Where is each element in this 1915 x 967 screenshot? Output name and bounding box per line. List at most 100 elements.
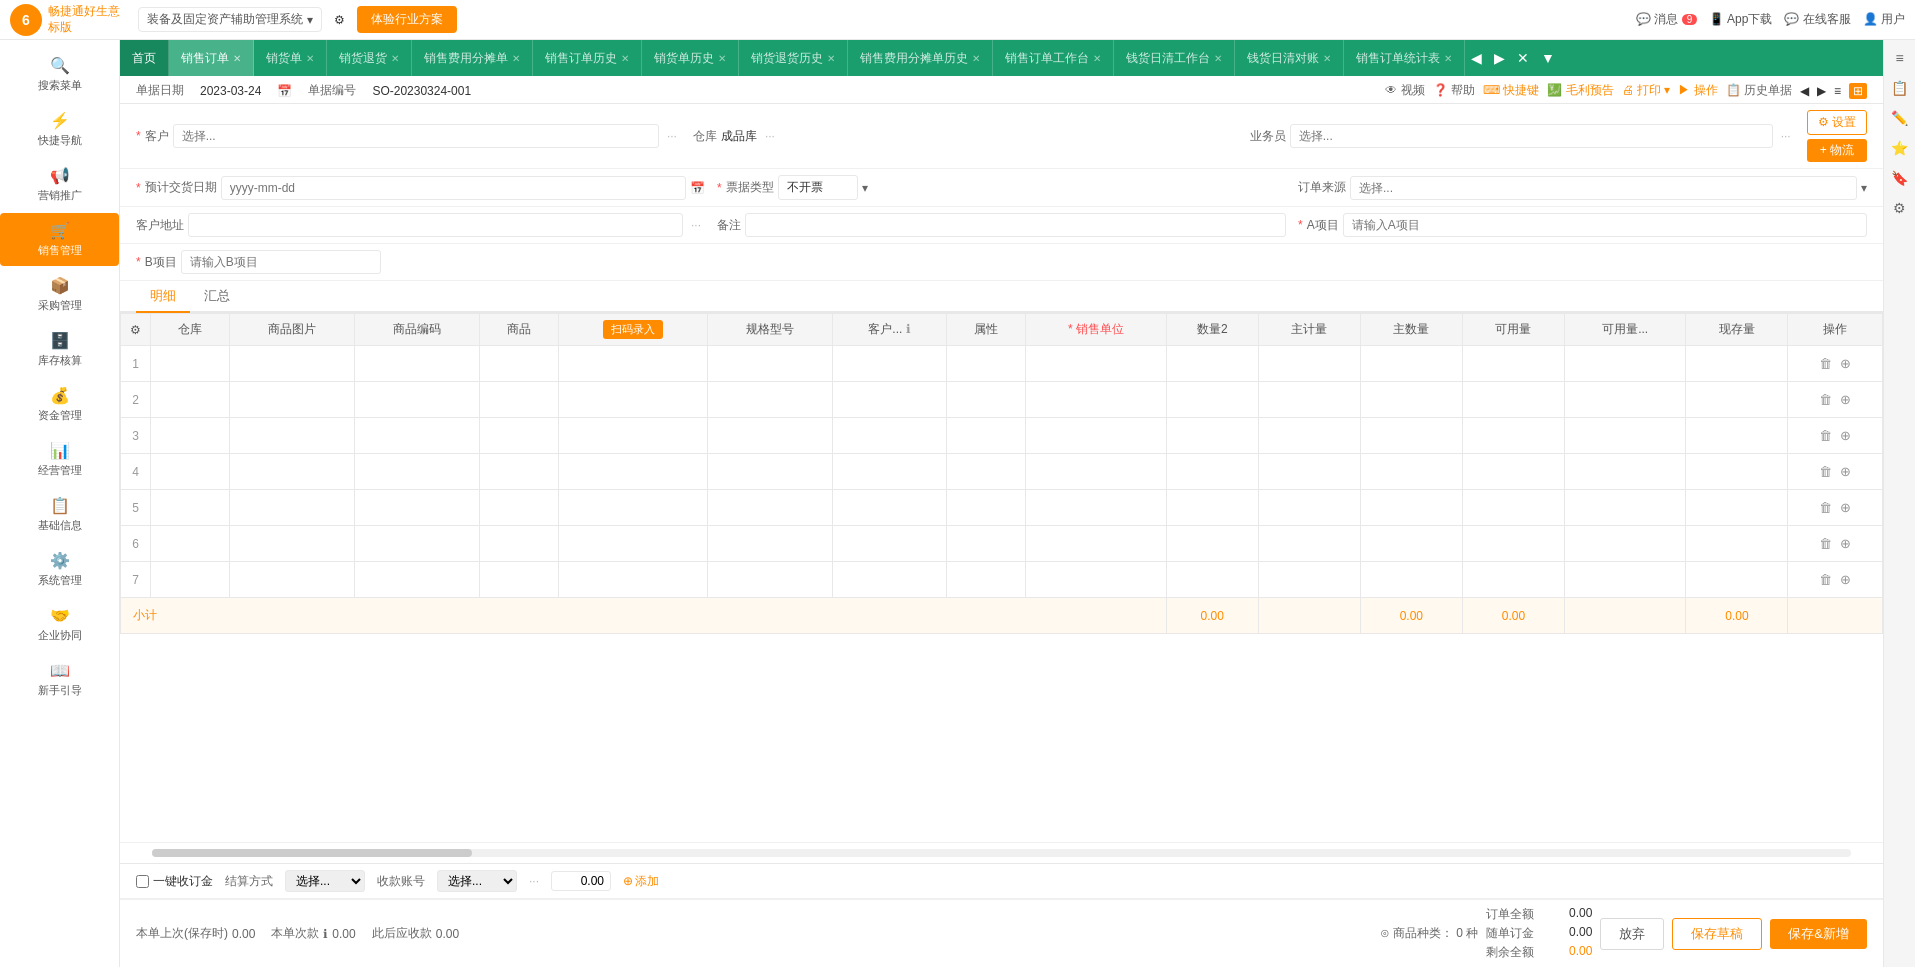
address-input[interactable]	[188, 213, 683, 237]
delivery-date-input[interactable]	[221, 176, 686, 200]
tab-sales-workbench[interactable]: 销售订单工作台 ✕	[993, 40, 1114, 76]
tab-close-icon[interactable]: ✕	[233, 53, 241, 64]
system-settings-icon[interactable]: ⚙	[330, 9, 349, 31]
online-support-link[interactable]: 💬 在线客服	[1784, 11, 1850, 28]
help-icon[interactable]: ℹ	[323, 927, 328, 941]
tab-summary[interactable]: 汇总	[190, 281, 244, 313]
row-3-code[interactable]	[355, 418, 480, 454]
date-value[interactable]: 2023-03-24	[200, 84, 261, 98]
row-2-customer-code[interactable]	[832, 382, 946, 418]
tab-detail[interactable]: 明细	[136, 281, 190, 313]
row-1-main-unit[interactable]	[1258, 346, 1360, 382]
row-7-delete-icon[interactable]: 🗑	[1817, 570, 1834, 589]
next-record-icon[interactable]: ▶	[1817, 84, 1826, 98]
row-6-warehouse[interactable]	[151, 526, 230, 562]
tab-home[interactable]: 首页	[120, 40, 169, 76]
settings-button[interactable]: ⚙ 设置	[1807, 110, 1867, 135]
row-5-copy-icon[interactable]: ⊕	[1838, 498, 1853, 517]
tab-prev-icon[interactable]: ◀	[1465, 50, 1488, 66]
row-1-spec[interactable]	[707, 346, 832, 382]
view-btn[interactable]: 👁 视频	[1385, 82, 1424, 99]
row-2-name[interactable]	[480, 382, 559, 418]
row-1-copy-icon[interactable]: ⊕	[1838, 354, 1853, 373]
row-3-qty2[interactable]	[1166, 418, 1258, 454]
row-2-delete-icon[interactable]: 🗑	[1817, 390, 1834, 409]
row-1-attribute[interactable]	[947, 346, 1026, 382]
tab-close-icon[interactable]: ✕	[391, 53, 399, 64]
discard-button[interactable]: 放弃	[1600, 918, 1664, 950]
sidebar-item-finance[interactable]: 💰 资金管理	[0, 378, 119, 431]
right-panel-clipboard-icon[interactable]: 📋	[1886, 74, 1914, 102]
row-4-copy-icon[interactable]: ⊕	[1838, 462, 1853, 481]
add-goods-button[interactable]: + 物流	[1807, 139, 1867, 162]
row-4-delete-icon[interactable]: 🗑	[1817, 462, 1834, 481]
row-7-copy-icon[interactable]: ⊕	[1838, 570, 1853, 589]
warehouse-more-icon[interactable]: ···	[761, 129, 779, 143]
row-3-image[interactable]	[229, 418, 354, 454]
sidebar-item-cooperation[interactable]: 🤝 企业协同	[0, 598, 119, 651]
tab-close-icon[interactable]: ✕	[1214, 53, 1222, 64]
row-6-delete-icon[interactable]: 🗑	[1817, 534, 1834, 553]
tab-sales-order-history[interactable]: 销售订单历史 ✕	[533, 40, 642, 76]
sidebar-item-guide[interactable]: 📖 新手引导	[0, 653, 119, 706]
tab-close-all-icon[interactable]: ✕	[1511, 50, 1535, 66]
row-3-customer-code[interactable]	[832, 418, 946, 454]
tab-cash-reconcile[interactable]: 钱货日清对账 ✕	[1235, 40, 1344, 76]
tab-close-icon[interactable]: ✕	[1444, 53, 1452, 64]
prev-record-icon[interactable]: ◀	[1800, 84, 1809, 98]
tab-close-icon[interactable]: ✕	[972, 53, 980, 64]
row-4-warehouse[interactable]	[151, 454, 230, 490]
row-2-image[interactable]	[229, 382, 354, 418]
tab-return-history[interactable]: 销货退货历史 ✕	[739, 40, 848, 76]
app-download-link[interactable]: 📱 App下载	[1709, 11, 1772, 28]
tab-cash-workbench[interactable]: 钱货日清工作台 ✕	[1114, 40, 1235, 76]
row-3-warehouse[interactable]	[151, 418, 230, 454]
row-1-unit[interactable]	[1026, 346, 1167, 382]
address-more-icon[interactable]: ···	[687, 218, 705, 232]
row-1-customer-code[interactable]	[832, 346, 946, 382]
help-btn[interactable]: ❓ 帮助	[1433, 82, 1475, 99]
grid-view-icon[interactable]: ⊞	[1849, 83, 1867, 99]
sidebar-item-inventory[interactable]: 🗄️ 库存核算	[0, 323, 119, 376]
order-source-input[interactable]	[1350, 176, 1857, 200]
salesperson-input[interactable]	[1290, 124, 1773, 148]
right-panel-star-icon[interactable]: ⭐	[1886, 134, 1914, 162]
tab-close-icon[interactable]: ✕	[718, 53, 726, 64]
user-menu[interactable]: 👤 用户	[1863, 11, 1905, 28]
row-2-spec[interactable]	[707, 382, 832, 418]
row-2-warehouse[interactable]	[151, 382, 230, 418]
right-panel-bookmark-icon[interactable]: 🔖	[1886, 164, 1914, 192]
row-1-delete-icon[interactable]: 🗑	[1817, 354, 1834, 373]
row-3-copy-icon[interactable]: ⊕	[1838, 426, 1853, 445]
customer-more-icon[interactable]: ···	[663, 129, 681, 143]
profit-btn[interactable]: 💹 毛利预告	[1547, 82, 1613, 99]
delivery-date-calendar-icon[interactable]: 📅	[690, 181, 705, 195]
sidebar-item-search[interactable]: 🔍 搜索菜单	[0, 48, 119, 101]
tab-sales-delivery[interactable]: 销货单 ✕	[254, 40, 327, 76]
quick-payment-checkbox[interactable]	[136, 875, 149, 888]
row-1-name[interactable]	[480, 346, 559, 382]
row-3-unit[interactable]	[1026, 418, 1167, 454]
tab-sales-return[interactable]: 销货退货 ✕	[327, 40, 412, 76]
row-1-image[interactable]	[229, 346, 354, 382]
row-3-main-unit[interactable]	[1258, 418, 1360, 454]
row-2-attribute[interactable]	[947, 382, 1026, 418]
row-5-warehouse[interactable]	[151, 490, 230, 526]
system-selector[interactable]: 装备及固定资产辅助管理系统 ▾	[138, 7, 322, 32]
sidebar-item-quick-nav[interactable]: ⚡ 快捷导航	[0, 103, 119, 156]
order-source-dropdown-icon[interactable]: ▾	[1861, 181, 1867, 195]
save-draft-button[interactable]: 保存草稿	[1672, 918, 1762, 950]
salesperson-more-icon[interactable]: ···	[1777, 129, 1795, 143]
row-3-spec[interactable]	[707, 418, 832, 454]
customer-input[interactable]	[173, 124, 659, 148]
sidebar-item-operations[interactable]: 📊 经营管理	[0, 433, 119, 486]
print-btn[interactable]: 🖨 打印 ▾	[1622, 82, 1671, 99]
col-settings[interactable]: ⚙	[121, 314, 151, 346]
sidebar-item-basic-info[interactable]: 📋 基础信息	[0, 488, 119, 541]
tab-sales-order[interactable]: 销售订单 ✕	[169, 40, 254, 76]
operate-btn[interactable]: ▶ 操作	[1678, 82, 1717, 99]
sidebar-item-marketing[interactable]: 📢 营销推广	[0, 158, 119, 211]
add-payment-button[interactable]: ⊕ 添加	[623, 873, 659, 890]
row-2-copy-icon[interactable]: ⊕	[1838, 390, 1853, 409]
row-1-warehouse[interactable]	[151, 346, 230, 382]
